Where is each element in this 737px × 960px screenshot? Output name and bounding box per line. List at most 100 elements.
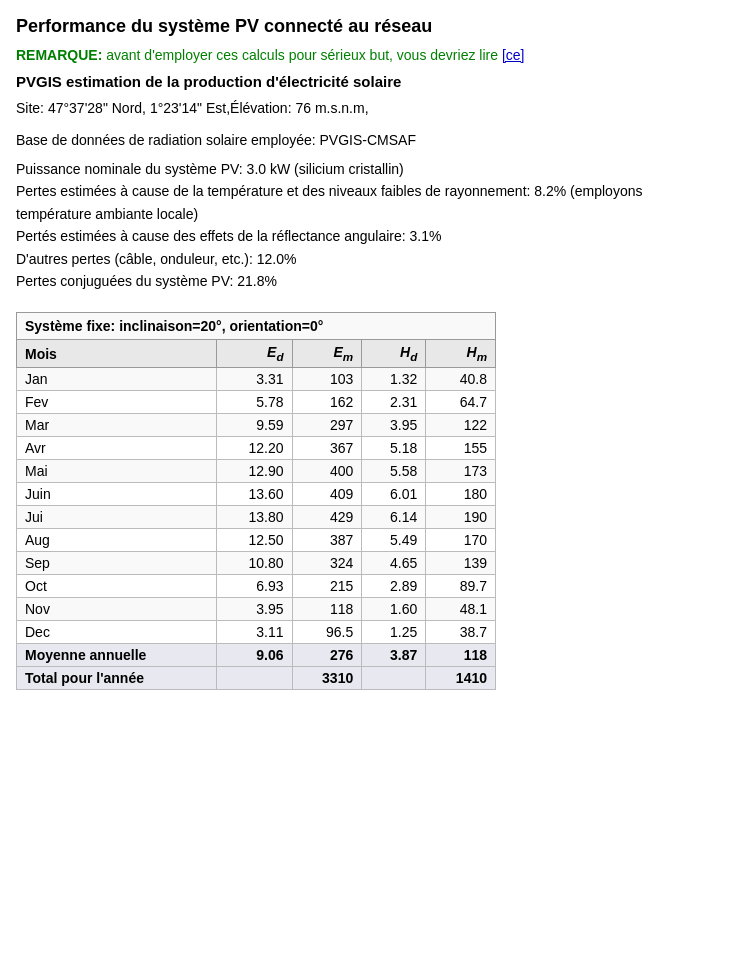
cell-hm: 48.1 [426,598,496,621]
table-row: Sep 10.80 324 4.65 139 [17,552,496,575]
table-row: Oct 6.93 215 2.89 89.7 [17,575,496,598]
cell-hd: 3.95 [362,414,426,437]
cell-hd: 1.60 [362,598,426,621]
cell-em: 324 [292,552,362,575]
cell-month: Fev [17,391,217,414]
cell-hm: 38.7 [426,621,496,644]
cell-month: Nov [17,598,217,621]
param-1: Puissance nominale du système PV: 3.0 kW… [16,158,721,180]
cell-em: 103 [292,368,362,391]
table-row: Fev 5.78 162 2.31 64.7 [17,391,496,414]
cell-hm: 89.7 [426,575,496,598]
total-hd [362,667,426,690]
remark-link[interactable]: [ce] [502,47,525,63]
cell-month: Oct [17,575,217,598]
table-body: Jan 3.31 103 1.32 40.8 Fev 5.78 162 2.31… [17,368,496,644]
table-row: Jui 13.80 429 6.14 190 [17,506,496,529]
avg-hd: 3.87 [362,644,426,667]
cell-em: 297 [292,414,362,437]
cell-ed: 3.31 [217,368,292,391]
col-hd: Hd [362,340,426,368]
cell-hd: 6.14 [362,506,426,529]
cell-hm: 139 [426,552,496,575]
site-info: Site: 47°37'28" Nord, 1°23'14" Est,Éléva… [16,100,721,116]
col-ed: Ed [217,340,292,368]
table-row: Aug 12.50 387 5.49 170 [17,529,496,552]
cell-hd: 5.58 [362,460,426,483]
page-title: Performance du système PV connecté au ré… [16,16,721,37]
table-system-title: Système fixe: inclinaison=20°, orientati… [17,313,496,340]
cell-month: Mar [17,414,217,437]
table-row: Mai 12.90 400 5.58 173 [17,460,496,483]
cell-month: Juin [17,483,217,506]
total-hm: 1410 [426,667,496,690]
param-4: D'autres pertes (câble, onduleur, etc.):… [16,248,721,270]
cell-ed: 10.80 [217,552,292,575]
cell-hd: 1.25 [362,621,426,644]
cell-em: 409 [292,483,362,506]
cell-hd: 5.18 [362,437,426,460]
cell-month: Aug [17,529,217,552]
table-row: Juin 13.60 409 6.01 180 [17,483,496,506]
cell-hd: 2.89 [362,575,426,598]
cell-hd: 2.31 [362,391,426,414]
param-2: Pertes estimées à cause de la températur… [16,180,721,225]
avg-ed: 9.06 [217,644,292,667]
pv-table: Système fixe: inclinaison=20°, orientati… [16,312,496,690]
cell-hm: 64.7 [426,391,496,414]
table-row: Jan 3.31 103 1.32 40.8 [17,368,496,391]
total-label: Total pour l'année [17,667,217,690]
remark-label: REMARQUE: [16,47,102,63]
cell-em: 162 [292,391,362,414]
cell-month: Jan [17,368,217,391]
section-title: PVGIS estimation de la production d'élec… [16,73,721,90]
cell-em: 96.5 [292,621,362,644]
table-foot: Moyenne annuelle 9.06 276 3.87 118 Total… [17,644,496,690]
col-hm: Hm [426,340,496,368]
table-row: Nov 3.95 118 1.60 48.1 [17,598,496,621]
cell-hm: 170 [426,529,496,552]
total-ed [217,667,292,690]
avg-label: Moyenne annuelle [17,644,217,667]
avg-row: Moyenne annuelle 9.06 276 3.87 118 [17,644,496,667]
remark-paragraph: REMARQUE: avant d'employer ces calculs p… [16,47,721,63]
table-row: Mar 9.59 297 3.95 122 [17,414,496,437]
avg-hm: 118 [426,644,496,667]
db-info: Base de données de radiation solaire emp… [16,132,721,148]
cell-hd: 1.32 [362,368,426,391]
cell-ed: 12.90 [217,460,292,483]
cell-month: Mai [17,460,217,483]
system-params: Puissance nominale du système PV: 3.0 kW… [16,158,721,292]
cell-month: Jui [17,506,217,529]
param-3: Pertés estimées à cause des effets de la… [16,225,721,247]
avg-em: 276 [292,644,362,667]
table-row: Avr 12.20 367 5.18 155 [17,437,496,460]
cell-ed: 13.80 [217,506,292,529]
cell-ed: 9.59 [217,414,292,437]
table-wrapper: Système fixe: inclinaison=20°, orientati… [16,312,721,690]
table-row: Dec 3.11 96.5 1.25 38.7 [17,621,496,644]
cell-month: Avr [17,437,217,460]
cell-hm: 173 [426,460,496,483]
cell-ed: 3.11 [217,621,292,644]
col-em: Em [292,340,362,368]
cell-hm: 155 [426,437,496,460]
cell-month: Dec [17,621,217,644]
cell-ed: 3.95 [217,598,292,621]
cell-hd: 6.01 [362,483,426,506]
cell-ed: 5.78 [217,391,292,414]
cell-em: 429 [292,506,362,529]
cell-hm: 180 [426,483,496,506]
cell-ed: 12.20 [217,437,292,460]
total-em: 3310 [292,667,362,690]
cell-ed: 6.93 [217,575,292,598]
remark-text: avant d'employer ces calculs pour sérieu… [106,47,502,63]
param-5: Pertes conjuguées du système PV: 21.8% [16,270,721,292]
cell-em: 215 [292,575,362,598]
cell-hm: 190 [426,506,496,529]
cell-hm: 122 [426,414,496,437]
cell-ed: 13.60 [217,483,292,506]
cell-hd: 4.65 [362,552,426,575]
cell-em: 367 [292,437,362,460]
cell-ed: 12.50 [217,529,292,552]
